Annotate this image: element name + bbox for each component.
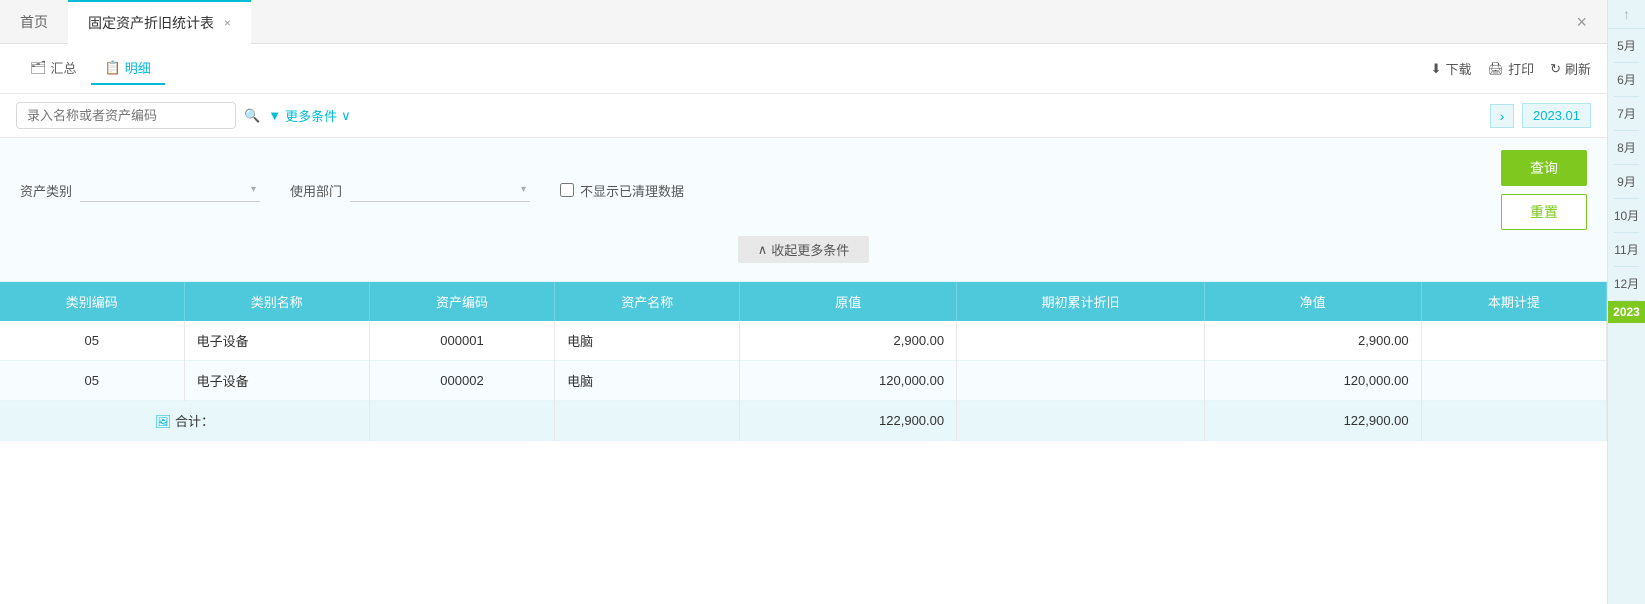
print-button[interactable]: 🖨 打印 (1488, 59, 1535, 78)
asset-category-select[interactable] (80, 182, 260, 197)
tab-active-label: 固定资产折旧统计表 (88, 1, 214, 45)
reset-button[interactable]: 重置 (1501, 194, 1587, 230)
sidebar-month-item[interactable]: 12月 (1614, 267, 1639, 301)
filter-icon: ▼ (268, 108, 281, 123)
refresh-button[interactable]: ↻ 刷新 (1550, 59, 1591, 78)
select-arrow-dept-icon: ▾ (521, 184, 526, 195)
date-badge[interactable]: 2023.01 (1522, 103, 1591, 128)
toolbar-right: ⬇ 下载 🖨 打印 ↻ 刷新 (1431, 59, 1591, 78)
window-close-button[interactable]: × (1556, 0, 1607, 44)
cell-net-value: 120,000.00 (1204, 361, 1421, 401)
collapse-button[interactable]: ∧ 收起更多条件 (738, 236, 870, 263)
cell-category-code: 05 (0, 321, 184, 361)
total-asset-name (555, 401, 740, 441)
tab-summary-button[interactable]: 🗂 汇总 (16, 52, 91, 85)
cell-asset-name: 电脑 (555, 321, 740, 361)
cell-accumulated-depreciation (957, 361, 1205, 401)
tab-bar: 首页 固定资产折旧统计表 × × (0, 0, 1607, 44)
col-accumulated-depreciation: 期初累计折旧 (957, 282, 1205, 321)
search-input[interactable] (16, 102, 236, 129)
cell-original-value: 2,900.00 (740, 321, 957, 361)
sidebar-month-item[interactable]: 7月 (1614, 97, 1639, 131)
table-row: 05 电子设备 000001 电脑 2,900.00 2,900.00 (0, 321, 1607, 361)
total-label: 🖼 合计： (0, 401, 369, 441)
layers-icon: 🗂 (30, 60, 47, 76)
total-net-value: 122,900.00 (1204, 401, 1421, 441)
select-arrow-icon: ▾ (251, 184, 256, 195)
cell-net-value: 2,900.00 (1204, 321, 1421, 361)
list-icon: 📋 (105, 60, 121, 76)
tab-home[interactable]: 首页 (0, 0, 68, 44)
sidebar-month-item[interactable]: 6月 (1614, 63, 1639, 97)
data-table: 类别编码 类别名称 资产编码 资产名称 原值 期初累计折旧 净值 本期计提 05… (0, 282, 1607, 441)
col-original-value: 原值 (740, 282, 957, 321)
chevron-down-icon: ∨ (341, 108, 351, 124)
table-row: 05 电子设备 000002 电脑 120,000.00 120,000.00 (0, 361, 1607, 401)
table-total-row: 🖼 合计： 122,900.00 122,900.00 (0, 401, 1607, 441)
col-net-value: 净值 (1204, 282, 1421, 321)
sidebar-month-item[interactable]: 5月 (1614, 29, 1639, 63)
hide-cleared-field: 不显示已清理数据 (560, 181, 684, 200)
right-sidebar: ↑ 5月6月7月8月9月10月11月12月 2023 (1607, 0, 1645, 604)
hide-cleared-checkbox[interactable] (560, 183, 574, 197)
total-asset-code (369, 401, 554, 441)
query-button[interactable]: 查询 (1501, 150, 1587, 186)
cell-asset-code: 000001 (369, 321, 554, 361)
tab-detail-button[interactable]: 📋 明细 (91, 52, 165, 85)
adv-filter-row: 资产类别 ▾ 使用部门 ▾ 不显示已清理数 (20, 150, 1587, 230)
sidebar-month-item[interactable]: 11月 (1614, 233, 1639, 267)
asset-category-field: 资产类别 ▾ (20, 178, 260, 202)
more-conditions-button[interactable]: ▼ 更多条件 ∨ (268, 106, 350, 125)
download-button[interactable]: ⬇ 下载 (1431, 59, 1472, 78)
date-nav-right[interactable]: › (1490, 104, 1514, 128)
cell-period-depreciation (1421, 321, 1606, 361)
collapse-bar: ∧ 收起更多条件 (20, 230, 1587, 269)
total-icon: 🖼 (155, 414, 172, 429)
sidebar-month-item[interactable]: 9月 (1614, 165, 1639, 199)
cell-accumulated-depreciation (957, 321, 1205, 361)
toolbar: 🗂 汇总 📋 明细 ⬇ 下载 🖨 打印 ↻ 刷新 (0, 44, 1607, 94)
tab-active[interactable]: 固定资产折旧统计表 × (68, 0, 251, 44)
asset-category-label: 资产类别 (20, 181, 72, 200)
print-icon: 🖨 (1488, 61, 1505, 77)
advanced-filter-panel: 资产类别 ▾ 使用部门 ▾ 不显示已清理数 (0, 138, 1607, 282)
cell-asset-name: 电脑 (555, 361, 740, 401)
sidebar-month-item[interactable]: 10月 (1614, 199, 1639, 233)
cell-category-name: 电子设备 (184, 321, 369, 361)
total-accumulated (957, 401, 1205, 441)
total-period (1421, 401, 1606, 441)
total-original-value: 122,900.00 (740, 401, 957, 441)
col-asset-code: 资产编码 (369, 282, 554, 321)
filter-bar: 🔍 ▼ 更多条件 ∨ › 2023.01 (0, 94, 1607, 138)
cell-category-code: 05 (0, 361, 184, 401)
sidebar-scroll-up[interactable]: ↑ (1608, 0, 1645, 29)
collapse-icon: ∧ (758, 242, 768, 258)
department-select-wrap[interactable]: ▾ (350, 178, 530, 202)
download-icon: ⬇ (1431, 61, 1442, 77)
cell-category-name: 电子设备 (184, 361, 369, 401)
cell-original-value: 120,000.00 (740, 361, 957, 401)
sidebar-year-badge[interactable]: 2023 (1608, 301, 1645, 323)
tab-close-icon[interactable]: × (224, 1, 231, 45)
sidebar-month-item[interactable]: 8月 (1614, 131, 1639, 165)
hide-cleared-label: 不显示已清理数据 (580, 181, 684, 200)
col-period-depreciation: 本期计提 (1421, 282, 1606, 321)
refresh-icon: ↻ (1550, 61, 1561, 77)
department-label: 使用部门 (290, 181, 342, 200)
filter-actions: 查询 重置 (1501, 150, 1587, 230)
asset-category-select-wrap[interactable]: ▾ (80, 178, 260, 202)
search-icon[interactable]: 🔍 (244, 108, 260, 124)
cell-period-depreciation (1421, 361, 1606, 401)
table-header-row: 类别编码 类别名称 资产编码 资产名称 原值 期初累计折旧 净值 本期计提 (0, 282, 1607, 321)
department-field: 使用部门 ▾ (290, 178, 530, 202)
table-wrap: 类别编码 类别名称 资产编码 资产名称 原值 期初累计折旧 净值 本期计提 05… (0, 282, 1607, 604)
department-select[interactable] (350, 182, 530, 197)
col-category-code: 类别编码 (0, 282, 184, 321)
cell-asset-code: 000002 (369, 361, 554, 401)
col-category-name: 类别名称 (184, 282, 369, 321)
col-asset-name: 资产名称 (555, 282, 740, 321)
